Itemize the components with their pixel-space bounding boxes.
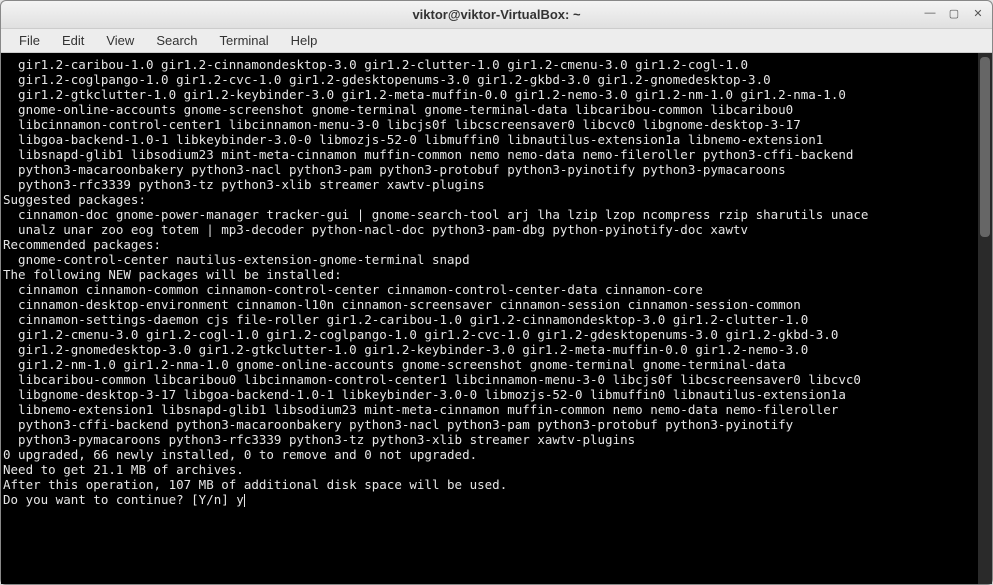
menu-terminal[interactable]: Terminal	[210, 31, 279, 50]
terminal-line: gir1.2-gtkclutter-1.0 gir1.2-keybinder-3…	[3, 87, 846, 102]
terminal-line: libsnapd-glib1 libsodium23 mint-meta-cin…	[3, 147, 853, 162]
terminal-line: libcinnamon-control-center1 libcinnamon-…	[3, 117, 801, 132]
terminal-line: gnome-control-center nautilus-extension-…	[3, 252, 470, 267]
close-button[interactable]: ✕	[970, 5, 986, 21]
terminal-line: python3-rfc3339 python3-tz python3-xlib …	[3, 177, 485, 192]
terminal-line: gir1.2-nm-1.0 gir1.2-nma-1.0 gnome-onlin…	[3, 357, 786, 372]
terminal-line: cinnamon-desktop-environment cinnamon-l1…	[3, 297, 801, 312]
scrollbar[interactable]	[978, 53, 992, 584]
scrollbar-thumb[interactable]	[980, 57, 990, 237]
window-controls: — ▢ ✕	[922, 5, 986, 21]
terminal-line: python3-macaroonbakery python3-nacl pyth…	[3, 162, 786, 177]
terminal-area: gir1.2-caribou-1.0 gir1.2-cinnamondeskto…	[1, 53, 992, 584]
terminal-line: Do you want to continue? [Y/n] y	[3, 492, 244, 507]
menubar: File Edit View Search Terminal Help	[1, 29, 992, 53]
cursor	[244, 494, 245, 507]
terminal-line: After this operation, 107 MB of addition…	[3, 477, 507, 492]
terminal-line: gnome-online-accounts gnome-screenshot g…	[3, 102, 793, 117]
terminal-line: The following NEW packages will be insta…	[3, 267, 342, 282]
terminal-line: Need to get 21.1 MB of archives.	[3, 462, 244, 477]
terminal-line: gir1.2-caribou-1.0 gir1.2-cinnamondeskto…	[3, 57, 748, 72]
terminal-line: libgoa-backend-1.0-1 libkeybinder-3.0-0 …	[3, 132, 823, 147]
terminal-window: viktor@viktor-VirtualBox: ~ — ▢ ✕ File E…	[0, 0, 993, 585]
terminal-line: gir1.2-coglpango-1.0 gir1.2-cvc-1.0 gir1…	[3, 72, 771, 87]
minimize-button[interactable]: —	[922, 5, 938, 21]
terminal-line: python3-cffi-backend python3-macaroonbak…	[3, 417, 793, 432]
terminal-output[interactable]: gir1.2-caribou-1.0 gir1.2-cinnamondeskto…	[1, 53, 978, 584]
terminal-line: python3-pymacaroons python3-rfc3339 pyth…	[3, 432, 635, 447]
terminal-line: libcaribou-common libcaribou0 libcinnamo…	[3, 372, 861, 387]
titlebar: viktor@viktor-VirtualBox: ~ — ▢ ✕	[1, 1, 992, 29]
terminal-line: 0 upgraded, 66 newly installed, 0 to rem…	[3, 447, 477, 462]
terminal-line: cinnamon-doc gnome-power-manager tracker…	[3, 207, 868, 222]
menu-help[interactable]: Help	[281, 31, 328, 50]
maximize-button[interactable]: ▢	[946, 5, 962, 21]
terminal-line: Suggested packages:	[3, 192, 146, 207]
terminal-line: cinnamon cinnamon-common cinnamon-contro…	[3, 282, 703, 297]
terminal-line: gir1.2-gnomedesktop-3.0 gir1.2-gtkclutte…	[3, 342, 808, 357]
terminal-line: Recommended packages:	[3, 237, 161, 252]
terminal-line: unalz unar zoo eog totem | mp3-decoder p…	[3, 222, 748, 237]
menu-search[interactable]: Search	[146, 31, 207, 50]
menu-file[interactable]: File	[9, 31, 50, 50]
terminal-line: gir1.2-cmenu-3.0 gir1.2-cogl-1.0 gir1.2-…	[3, 327, 838, 342]
terminal-line: cinnamon-settings-daemon cjs file-roller…	[3, 312, 808, 327]
menu-view[interactable]: View	[96, 31, 144, 50]
terminal-line: libnemo-extension1 libsnapd-glib1 libsod…	[3, 402, 838, 417]
terminal-line: libgnome-desktop-3-17 libgoa-backend-1.0…	[3, 387, 846, 402]
window-title: viktor@viktor-VirtualBox: ~	[1, 7, 992, 22]
menu-edit[interactable]: Edit	[52, 31, 94, 50]
